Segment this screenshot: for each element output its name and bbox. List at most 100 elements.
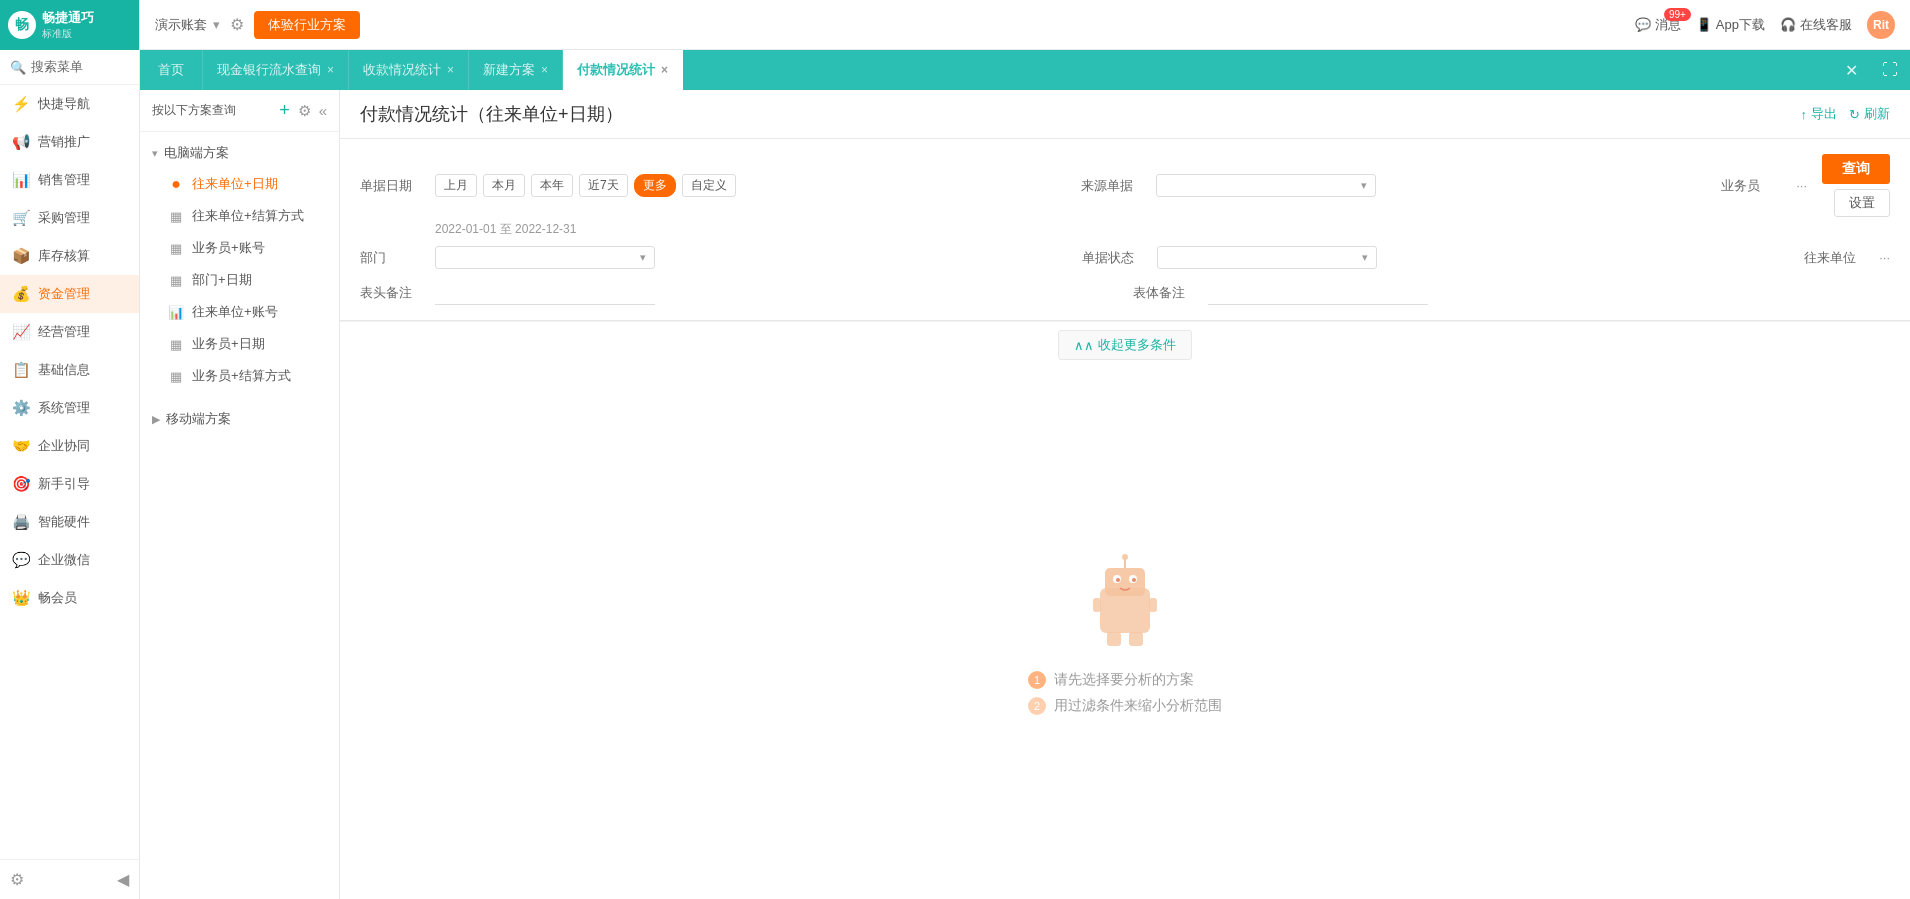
mobile-group-header[interactable]: ▶ 移动端方案: [140, 404, 339, 434]
logo-icon: 畅: [8, 11, 36, 39]
scheme-item-staff-date[interactable]: ▦ 业务员+日期: [140, 328, 339, 360]
tab-new-scheme[interactable]: 新建方案 ×: [469, 50, 563, 90]
scheme-item-staff-settle[interactable]: ▦ 业务员+结算方式: [140, 360, 339, 392]
sidebar-collapse-btn[interactable]: ◀: [117, 870, 129, 889]
scheme-collapse-btn[interactable]: «: [319, 102, 327, 119]
content-area: 按以下方案查询 + ⚙ « ▾ 电脑端方案 ● 往来单位+日期 ▦: [140, 90, 1910, 899]
header-note-input[interactable]: [435, 281, 655, 305]
scheme-item-partner-account[interactable]: 📊 往来单位+账号: [140, 296, 339, 328]
maximize-btn[interactable]: ⛶: [1870, 50, 1910, 90]
desktop-group-header[interactable]: ▾ 电脑端方案: [140, 138, 339, 168]
page-header: 付款情况统计（往来单位+日期） ↑ 导出 ↻ 刷新: [340, 90, 1910, 139]
scheme-item-staff-account[interactable]: ▦ 业务员+账号: [140, 232, 339, 264]
sidebar-item-operation[interactable]: 📈 经营管理: [0, 313, 139, 351]
doc-status-select[interactable]: ▾: [1157, 246, 1377, 269]
date-btn-last-month[interactable]: 上月: [435, 174, 477, 197]
tab-close-bank-flow[interactable]: ×: [327, 63, 334, 77]
tab-receipt-stat[interactable]: 收款情况统计 ×: [349, 50, 469, 90]
collapse-bar: ∧∧ 收起更多条件: [340, 321, 1910, 368]
tab-payment-stat[interactable]: 付款情况统计 ×: [563, 50, 683, 90]
search-icon: 🔍: [10, 60, 26, 75]
refresh-icon: ↻: [1849, 107, 1860, 122]
page-header-actions: ↑ 导出 ↻ 刷新: [1801, 105, 1891, 123]
partner-label: 往来单位: [1804, 249, 1864, 267]
sidebar-settings-btn[interactable]: ⚙: [10, 870, 24, 889]
date-btn-this-month[interactable]: 本月: [483, 174, 525, 197]
message-btn[interactable]: 💬 消息 99+: [1635, 16, 1681, 34]
scheme-item-partner-settle[interactable]: ▦ 往来单位+结算方式: [140, 200, 339, 232]
sidebar-item-purchase[interactable]: 🛒 采购管理: [0, 199, 139, 237]
sidebar-item-guide[interactable]: 🎯 新手引导: [0, 465, 139, 503]
sidebar-item-quick-nav[interactable]: ⚡ 快捷导航: [0, 85, 139, 123]
trial-btn[interactable]: 体验行业方案: [254, 11, 360, 39]
dept-dropdown-icon: ▾: [640, 251, 646, 264]
source-dropdown-icon: ▾: [1361, 179, 1367, 192]
scheme-icon-2: ▦: [168, 208, 184, 224]
tab-bank-flow[interactable]: 现金银行流水查询 ×: [203, 50, 349, 90]
staff-label: 业务员: [1721, 177, 1781, 195]
date-btn-more[interactable]: 更多: [634, 174, 676, 197]
tab-close-new-scheme[interactable]: ×: [541, 63, 548, 77]
hardware-icon: 🖨️: [12, 513, 30, 531]
date-btn-7days[interactable]: 近7天: [579, 174, 628, 197]
main-content: 付款情况统计（往来单位+日期） ↑ 导出 ↻ 刷新 单据日期: [340, 90, 1910, 899]
scheme-icon-3: ▦: [168, 240, 184, 256]
refresh-btn[interactable]: ↻ 刷新: [1849, 105, 1890, 123]
source-select[interactable]: ▾: [1156, 174, 1376, 197]
add-scheme-btn[interactable]: +: [279, 100, 290, 121]
sales-icon: 📊: [12, 171, 30, 189]
topbar-actions: 💬 消息 99+ 📱 App下载 🎧 在线客服 Rit: [1635, 11, 1895, 39]
scheme-panel: 按以下方案查询 + ⚙ « ▾ 电脑端方案 ● 往来单位+日期 ▦: [140, 90, 340, 899]
main-area: 演示账套 ▾ ⚙ 体验行业方案 💬 消息 99+ 📱 App下载 🎧 在线客服 …: [140, 0, 1910, 899]
service-icon: 🎧: [1780, 17, 1796, 32]
partner-input[interactable]: ···: [1879, 250, 1890, 265]
doc-status-label: 单据状态: [1082, 249, 1142, 267]
sidebar-item-capital[interactable]: 💰 资金管理: [0, 275, 139, 313]
message-icon: 💬: [1635, 17, 1651, 32]
search-menu[interactable]: 🔍 搜索菜单: [0, 50, 139, 85]
app-download-btn[interactable]: 📱 App下载: [1696, 16, 1765, 34]
capital-icon: 💰: [12, 285, 30, 303]
sidebar-item-basic[interactable]: 📋 基础信息: [0, 351, 139, 389]
scheme-settings-btn[interactable]: ⚙: [298, 102, 311, 120]
filter-row-date-range: 2022-01-01 至 2022-12-31: [360, 221, 1890, 238]
filter-row-1: 单据日期 上月 本月 本年 近7天 更多 自定义 来源单据 ▾: [360, 154, 1890, 217]
sidebar-item-system[interactable]: ⚙️ 系统管理: [0, 389, 139, 427]
export-btn[interactable]: ↑ 导出: [1801, 105, 1838, 123]
sidebar-item-hardware[interactable]: 🖨️ 智能硬件: [0, 503, 139, 541]
user-avatar[interactable]: Rit: [1867, 11, 1895, 39]
sidebar-item-sales[interactable]: 📊 销售管理: [0, 161, 139, 199]
system-icon: ⚙️: [12, 399, 30, 417]
company-dropdown-icon[interactable]: ▾: [213, 17, 220, 32]
staff-input[interactable]: ···: [1796, 178, 1807, 193]
svg-point-4: [1116, 578, 1120, 582]
message-badge: 99+: [1664, 8, 1691, 21]
tab-home[interactable]: 首页: [140, 50, 203, 90]
filter-settings-btn[interactable]: 设置: [1834, 189, 1890, 217]
wechat-icon: 💬: [12, 551, 30, 569]
tip-num-1: 1: [1028, 671, 1046, 689]
dept-select[interactable]: ▾: [435, 246, 655, 269]
doc-status-dropdown-icon: ▾: [1362, 251, 1368, 264]
scheme-item-dept-date[interactable]: ▦ 部门+日期: [140, 264, 339, 296]
collapse-more-btn[interactable]: ∧∧ 收起更多条件: [1058, 330, 1192, 360]
basic-icon: 📋: [12, 361, 30, 379]
scheme-item-partner-date[interactable]: ● 往来单位+日期: [140, 168, 339, 200]
empty-tip-2: 2 用过滤条件来缩小分析范围: [1028, 697, 1222, 715]
body-note-input[interactable]: [1208, 281, 1428, 305]
tab-close-payment-stat[interactable]: ×: [661, 63, 668, 77]
sidebar-item-marketing[interactable]: 📢 营销推广: [0, 123, 139, 161]
sidebar-item-wechat[interactable]: 💬 企业微信: [0, 541, 139, 579]
sidebar-item-inventory[interactable]: 📦 库存核算: [0, 237, 139, 275]
query-btn[interactable]: 查询: [1822, 154, 1890, 184]
date-btn-custom[interactable]: 自定义: [682, 174, 736, 197]
company-selector[interactable]: 演示账套 ▾: [155, 16, 220, 34]
date-btn-this-year[interactable]: 本年: [531, 174, 573, 197]
service-btn[interactable]: 🎧 在线客服: [1780, 16, 1852, 34]
sidebar-item-member[interactable]: 👑 畅会员: [0, 579, 139, 617]
sidebar-item-enterprise[interactable]: 🤝 企业协同: [0, 427, 139, 465]
tab-close-receipt-stat[interactable]: ×: [447, 63, 454, 77]
mobile-arrow-icon: ▶: [152, 413, 160, 426]
close-all-tabs-btn[interactable]: ✕: [1833, 50, 1870, 90]
topbar-gear-icon[interactable]: ⚙: [230, 15, 244, 34]
